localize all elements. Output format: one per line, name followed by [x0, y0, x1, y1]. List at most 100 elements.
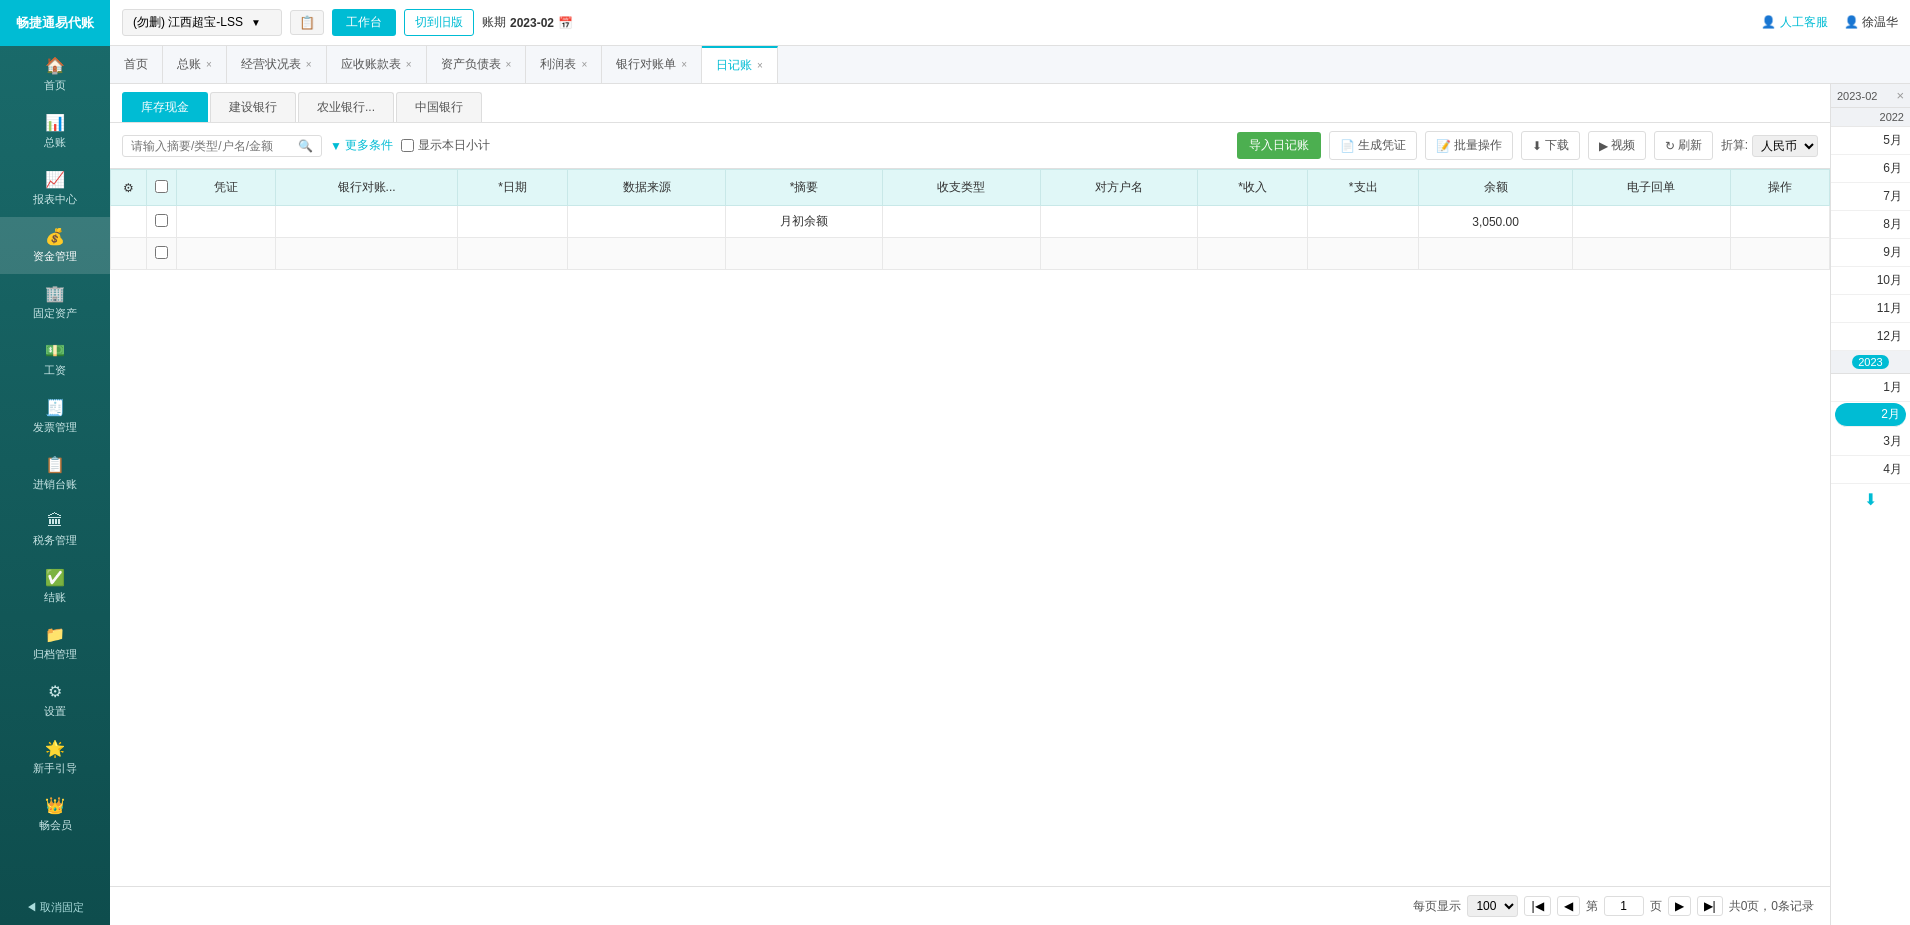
month-2023-03[interactable]: 3月	[1831, 428, 1910, 456]
month-2023-04[interactable]: 4月	[1831, 456, 1910, 484]
user-avatar[interactable]: 👤 徐温华	[1844, 14, 1898, 31]
col-checkbox[interactable]	[147, 170, 177, 206]
subtab-china-bank[interactable]: 中国银行	[396, 92, 482, 122]
row2-source	[568, 238, 725, 270]
sidebar-item-home[interactable]: 🏠 首页	[0, 46, 110, 103]
month-2022-10[interactable]: 10月	[1831, 267, 1910, 295]
tab-ledger[interactable]: 总账 ×	[163, 46, 227, 84]
per-page-select[interactable]: 100 50 200	[1467, 895, 1518, 917]
subtab-cash[interactable]: 库存现金	[122, 92, 208, 122]
search-box[interactable]: 🔍	[122, 135, 322, 157]
sidebar-item-salary[interactable]: 💵 工资	[0, 331, 110, 388]
sidebar-item-archive[interactable]: 📁 归档管理	[0, 615, 110, 672]
workspace-button[interactable]: 工作台	[332, 9, 396, 36]
tab-business-status[interactable]: 经营状况表 ×	[227, 46, 327, 84]
sidebar-item-close-accounts[interactable]: ✅ 结账	[0, 558, 110, 615]
month-2022-07[interactable]: 7月	[1831, 183, 1910, 211]
sidebar-item-fund[interactable]: 💰 资金管理	[0, 217, 110, 274]
tab-profit[interactable]: 利润表 ×	[526, 46, 602, 84]
date-picker-header: 2023-02 ×	[1831, 84, 1910, 108]
row1-check[interactable]	[147, 206, 177, 238]
refresh-button[interactable]: ↻ 刷新	[1654, 131, 1713, 160]
col-bank-match: 银行对账...	[276, 170, 458, 206]
sidebar-item-settings[interactable]: ⚙ 设置	[0, 672, 110, 729]
sidebar: 畅捷通易代账 🏠 首页 📊 总账 📈 报表中心 💰 资金管理 🏢 固定资产 💵 …	[0, 0, 110, 925]
show-daily-checkbox-label[interactable]: 显示本日小计	[401, 137, 490, 154]
subtab-agriculture-bank[interactable]: 农业银行...	[298, 92, 394, 122]
settings-icon: ⚙	[48, 682, 62, 701]
app-logo: 畅捷通易代账	[0, 0, 110, 46]
download-button[interactable]: ⬇ 下载	[1521, 131, 1580, 160]
import-diary-button[interactable]: 导入日记账	[1237, 132, 1321, 159]
first-page-button[interactable]: |◀	[1524, 896, 1550, 916]
sidebar-item-report[interactable]: 📈 报表中心	[0, 160, 110, 217]
next-page-button[interactable]: ▶	[1668, 896, 1691, 916]
row2-date	[457, 238, 568, 270]
account-subtabs: 库存现金 建设银行 农业银行... 中国银行	[110, 84, 1830, 123]
subtab-construction-bank[interactable]: 建设银行	[210, 92, 296, 122]
scroll-down-icon[interactable]: ⬇	[1860, 490, 1881, 509]
row1-date	[457, 206, 568, 238]
month-2022-09[interactable]: 9月	[1831, 239, 1910, 267]
date-picker-close[interactable]: ×	[1896, 88, 1904, 103]
switch-button[interactable]: 切到旧版	[404, 9, 474, 36]
tab-receivable-close[interactable]: ×	[406, 59, 412, 70]
year-2022-label: 2022	[1831, 108, 1910, 127]
month-2022-08[interactable]: 8月	[1831, 211, 1910, 239]
sidebar-item-tax[interactable]: 🏛 税务管理	[0, 502, 110, 558]
video-button[interactable]: ▶ 视频	[1588, 131, 1646, 160]
row2-check[interactable]	[147, 238, 177, 270]
generate-voucher-button[interactable]: 📄 生成凭证	[1329, 131, 1417, 160]
tab-bank-statement-close[interactable]: ×	[681, 59, 687, 70]
month-2022-06[interactable]: 6月	[1831, 155, 1910, 183]
period-label: 账期 2023-02 📅	[482, 14, 573, 31]
page-number-input[interactable]	[1604, 896, 1644, 916]
tab-home[interactable]: 首页	[110, 46, 163, 84]
customer-service[interactable]: 👤 人工客服	[1761, 14, 1827, 31]
member-icon: 👑	[45, 796, 65, 815]
sidebar-item-member[interactable]: 👑 畅会员	[0, 786, 110, 843]
select-all-checkbox[interactable]	[155, 180, 168, 193]
month-2023-02[interactable]: 2月	[1835, 403, 1906, 427]
month-2022-12[interactable]: 12月	[1831, 323, 1910, 351]
prev-page-button[interactable]: ◀	[1557, 896, 1580, 916]
row1-summary: 月初余额	[725, 206, 882, 238]
col-settings[interactable]: ⚙	[111, 170, 147, 206]
calendar-icon[interactable]: 📅	[558, 16, 573, 30]
row1-voucher	[177, 206, 276, 238]
copy-button[interactable]: 📋	[290, 10, 324, 35]
currency-selector: 折算: 人民币 美元	[1721, 135, 1818, 157]
tab-ledger-close[interactable]: ×	[206, 59, 212, 70]
tab-diary[interactable]: 日记账 ×	[702, 46, 778, 84]
row1-counterpart	[1040, 206, 1197, 238]
currency-select[interactable]: 人民币 美元	[1752, 135, 1818, 157]
search-input[interactable]	[131, 139, 294, 153]
tab-diary-close[interactable]: ×	[757, 60, 763, 71]
sidebar-item-fixed-assets[interactable]: 🏢 固定资产	[0, 274, 110, 331]
month-2022-05[interactable]: 5月	[1831, 127, 1910, 155]
row1-settings	[111, 206, 147, 238]
month-2023-01[interactable]: 1月	[1831, 374, 1910, 402]
tab-receivable[interactable]: 应收账款表 ×	[327, 46, 427, 84]
col-income: *收入	[1197, 170, 1308, 206]
sidebar-unpin[interactable]: ◀ 取消固定	[0, 890, 110, 925]
col-source: 数据来源	[568, 170, 725, 206]
col-balance: 余额	[1418, 170, 1572, 206]
tab-profit-close[interactable]: ×	[581, 59, 587, 70]
sidebar-item-guide[interactable]: 🌟 新手引导	[0, 729, 110, 786]
tab-bank-statement[interactable]: 银行对账单 ×	[602, 46, 702, 84]
sidebar-item-ledger[interactable]: 📊 总账	[0, 103, 110, 160]
sales-ledger-icon: 📋	[45, 455, 65, 474]
sidebar-item-invoice[interactable]: 🧾 发票管理	[0, 388, 110, 445]
company-selector[interactable]: (勿删) 江西超宝-LSS ▼	[122, 9, 282, 36]
filter-button[interactable]: ▼ 更多条件	[330, 137, 393, 154]
month-2022-11[interactable]: 11月	[1831, 295, 1910, 323]
tab-business-status-close[interactable]: ×	[306, 59, 312, 70]
last-page-button[interactable]: ▶|	[1697, 896, 1723, 916]
sidebar-item-sales-ledger[interactable]: 📋 进销台账	[0, 445, 110, 502]
batch-button[interactable]: 📝 批量操作	[1425, 131, 1513, 160]
search-icon: 🔍	[298, 139, 313, 153]
tab-balance-sheet[interactable]: 资产负债表 ×	[427, 46, 527, 84]
show-daily-checkbox[interactable]	[401, 139, 414, 152]
tab-balance-sheet-close[interactable]: ×	[506, 59, 512, 70]
